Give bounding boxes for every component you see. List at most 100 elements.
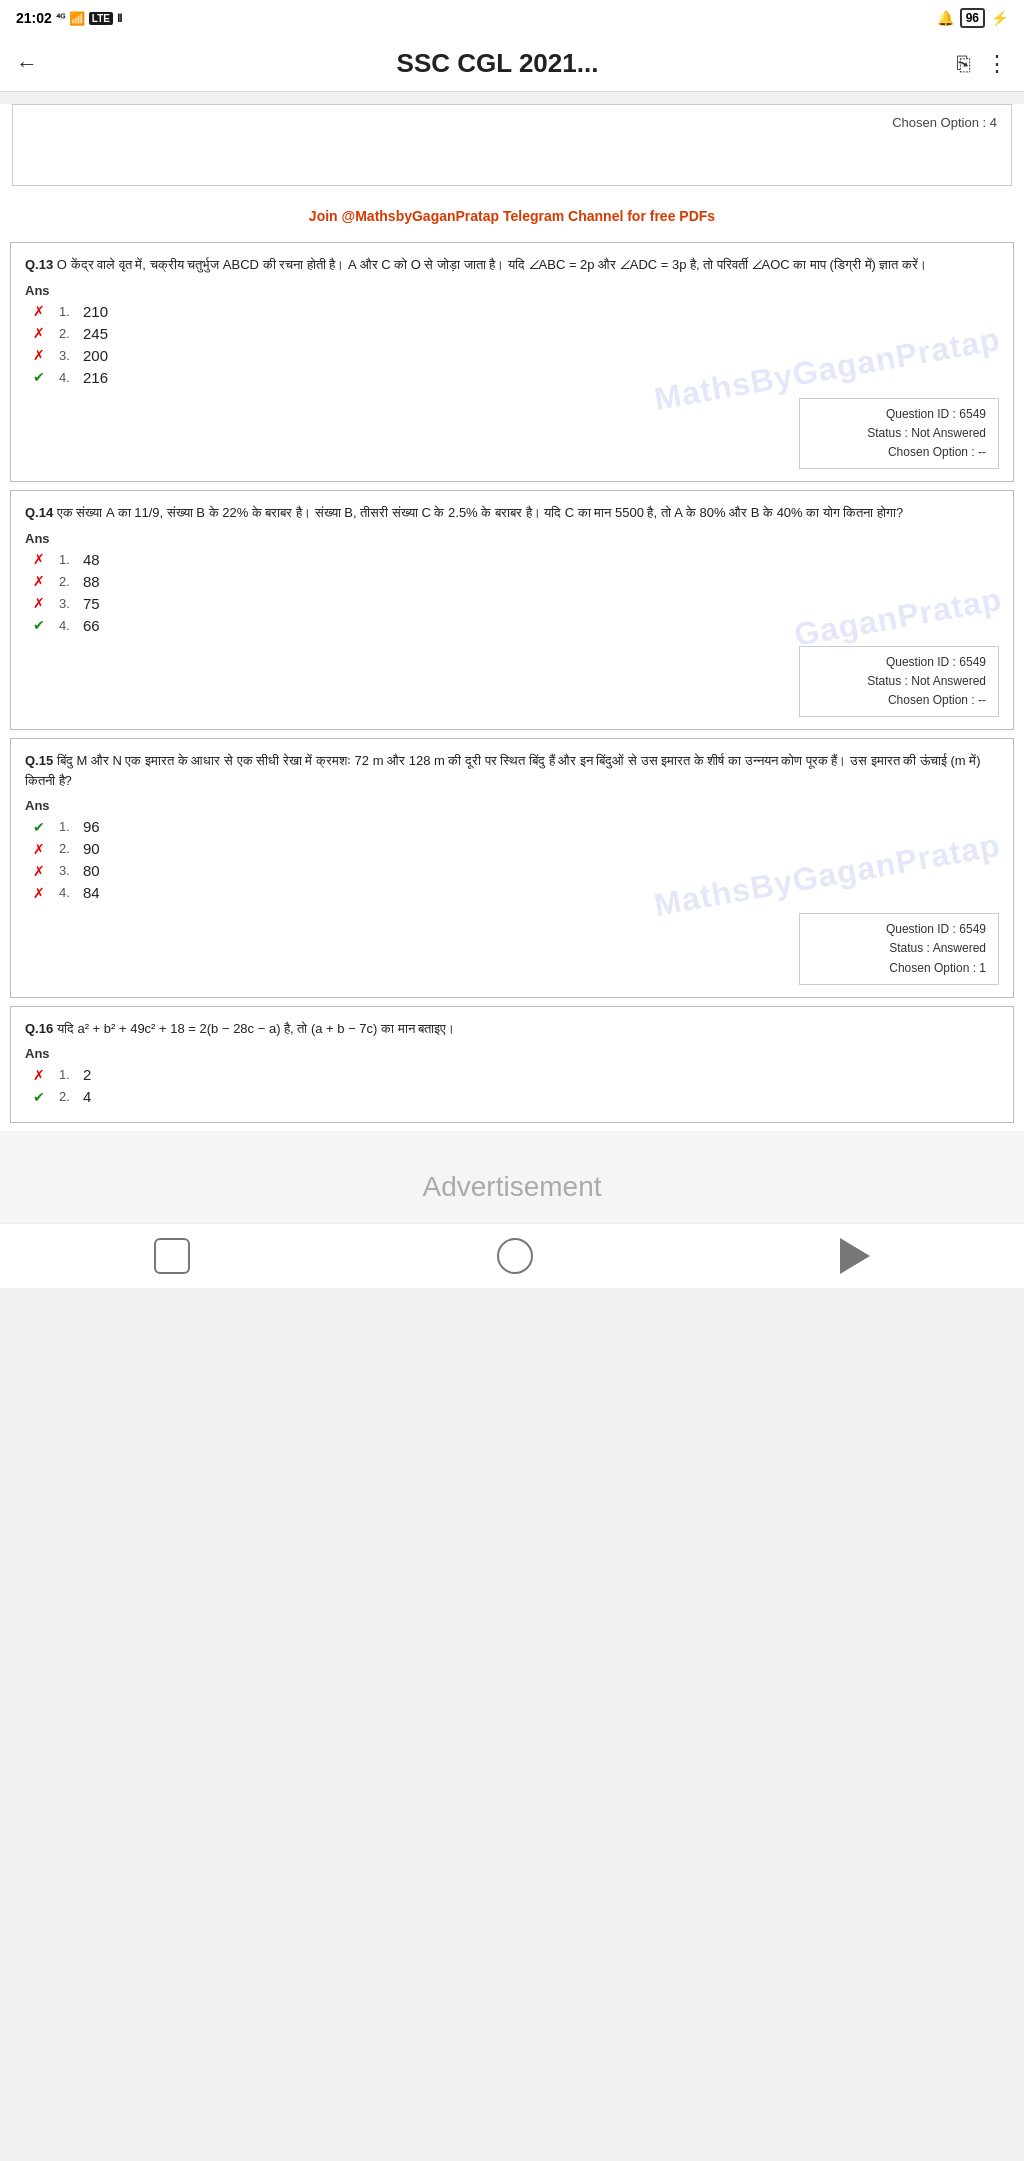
status-value-q13: Not Answered [911, 426, 986, 440]
ans-label-q16: Ans [25, 1046, 999, 1061]
question-text-q13: Q.13 O केंद्र वाले वृत में, चक्रीय चतुर्… [25, 255, 999, 275]
question-num-q16: Q.16 [25, 1021, 57, 1036]
bottom-nav [0, 1223, 1024, 1288]
status-value-q14: Not Answered [911, 674, 986, 688]
notification-icon: 🔔 [937, 10, 954, 26]
option-num-q13-1: 1. [59, 304, 75, 319]
question-id-inner-q14: Question ID : 6549 Status : Not Answered… [799, 646, 999, 718]
option-icon-q16-2: ✔ [33, 1089, 51, 1105]
option-num-q16-1: 1. [59, 1067, 75, 1082]
option-q14-3: ✗ 3. 75 [33, 595, 999, 612]
charging-icon: ⚡ [991, 10, 1008, 26]
option-q13-2: ✗ 2. 245 [33, 325, 999, 342]
chosen-value-q14: -- [978, 693, 986, 707]
option-q14-2: ✗ 2. 88 [33, 573, 999, 590]
option-q15-1: ✔ 1. 96 [33, 818, 999, 835]
option-num-q14-2: 2. [59, 574, 75, 589]
option-text-q16-2: 4 [83, 1088, 91, 1105]
lte-badge: LTE [89, 12, 113, 25]
qid-label-q13: Question ID : [886, 407, 959, 421]
options-list-q15: ✔ 1. 96 ✗ 2. 90 ✗ 3. 80 ✗ 4. 84 [25, 818, 999, 901]
option-num-q14-1: 1. [59, 552, 75, 567]
option-q13-4: ✔ 4. 216 [33, 369, 999, 386]
question-id-box-q14: Question ID : 6549 Status : Not Answered… [25, 646, 999, 718]
nav-square-button[interactable] [154, 1238, 190, 1274]
option-text-q15-2: 90 [83, 840, 100, 857]
qid-value-q15: 6549 [959, 922, 986, 936]
battery-indicator: 96 [960, 8, 985, 28]
option-q15-2: ✗ 2. 90 [33, 840, 999, 857]
time: 21:02 [16, 10, 52, 26]
option-text-q13-4: 216 [83, 369, 108, 386]
option-icon-q14-3: ✗ [33, 595, 51, 611]
option-text-q15-4: 84 [83, 884, 100, 901]
option-q13-1: ✗ 1. 210 [33, 303, 999, 320]
chosen-value-q13: -- [978, 445, 986, 459]
option-num-q16-2: 2. [59, 1089, 75, 1104]
question-card-q14: GaganPratap Q.14 एक संख्या A का 11/9, सं… [10, 490, 1014, 730]
network-indicator: ⁴ᴳ [56, 12, 65, 25]
back-button[interactable]: ← [16, 51, 38, 77]
option-icon-q15-1: ✔ [33, 819, 51, 835]
option-num-q15-2: 2. [59, 841, 75, 856]
question-id-box-q13: Question ID : 6549 Status : Not Answered… [25, 398, 999, 470]
option-text-q15-3: 80 [83, 862, 100, 879]
qid-value-q13: 6549 [959, 407, 986, 421]
main-content: Chosen Option : 4 Join @MathsbyGaganPrat… [0, 104, 1024, 1223]
options-list-q13: ✗ 1. 210 ✗ 2. 245 ✗ 3. 200 ✔ 4. 216 [25, 303, 999, 386]
chosen-value-q15: 1 [979, 961, 986, 975]
option-num-q15-3: 3. [59, 863, 75, 878]
status-label-q13: Status : [867, 426, 911, 440]
option-text-q15-1: 96 [83, 818, 100, 835]
option-q15-4: ✗ 4. 84 [33, 884, 999, 901]
nav-circle-button[interactable] [497, 1238, 533, 1274]
status-label-q14: Status : [867, 674, 911, 688]
ans-label-q13: Ans [25, 283, 999, 298]
option-text-q14-2: 88 [83, 573, 100, 590]
option-icon-q13-1: ✗ [33, 303, 51, 319]
ans-label-q14: Ans [25, 531, 999, 546]
status-value-q15: Answered [933, 941, 986, 955]
option-num-q15-1: 1. [59, 819, 75, 834]
option-icon-q13-4: ✔ [33, 369, 51, 385]
nav-back-button[interactable] [840, 1238, 870, 1274]
question-id-inner-q13: Question ID : 6549 Status : Not Answered… [799, 398, 999, 470]
option-icon-q14-4: ✔ [33, 617, 51, 633]
option-text-q14-1: 48 [83, 551, 100, 568]
battery-level: 96 [966, 11, 979, 25]
qid-value-q14: 6549 [959, 655, 986, 669]
app-bar: ← SSC CGL 2021... ⎘ ⋮ [0, 36, 1024, 92]
option-q16-1: ✗ 1. 2 [33, 1066, 999, 1083]
advertisement-banner: Advertisement [0, 1131, 1024, 1223]
option-text-q16-1: 2 [83, 1066, 91, 1083]
menu-button[interactable]: ⋮ [986, 51, 1008, 77]
option-icon-q15-2: ✗ [33, 841, 51, 857]
status-bar-right: 🔔 96 ⚡ [937, 8, 1008, 28]
share-button[interactable]: ⎘ [957, 51, 970, 77]
option-icon-q13-3: ✗ [33, 347, 51, 363]
status-bar: 21:02 ⁴ᴳ 📶 LTE Ⅱ 🔔 96 ⚡ [0, 0, 1024, 36]
question-id-box-q15: Question ID : 6549 Status : Answered Cho… [25, 913, 999, 985]
question-id-inner-q15: Question ID : 6549 Status : Answered Cho… [799, 913, 999, 985]
option-text-q13-3: 200 [83, 347, 108, 364]
telegram-banner[interactable]: Join @MathsbyGaganPratap Telegram Channe… [0, 198, 1024, 234]
chosen-label-q14: Chosen Option : [888, 693, 978, 707]
option-q14-1: ✗ 1. 48 [33, 551, 999, 568]
question-num-q14: Q.14 [25, 505, 57, 520]
option-text-q13-2: 245 [83, 325, 108, 342]
option-text-q13-1: 210 [83, 303, 108, 320]
question-card-q15: MathsByGaganPratap Q.15 बिंदु M और N एक … [10, 738, 1014, 998]
option-icon-q15-4: ✗ [33, 885, 51, 901]
status-bar-left: 21:02 ⁴ᴳ 📶 LTE Ⅱ [16, 10, 122, 26]
option-icon-q16-1: ✗ [33, 1067, 51, 1083]
option-icon-q14-1: ✗ [33, 551, 51, 567]
question-text-q15: Q.15 बिंदु M और N एक इमारत के आधार से एक… [25, 751, 999, 790]
option-icon-q14-2: ✗ [33, 573, 51, 589]
sim-icon: Ⅱ [117, 12, 122, 25]
option-icon-q13-2: ✗ [33, 325, 51, 341]
chosen-label-q15: Chosen Option : [889, 961, 979, 975]
option-icon-q15-3: ✗ [33, 863, 51, 879]
qid-label-q14: Question ID : [886, 655, 959, 669]
option-q16-2: ✔ 2. 4 [33, 1088, 999, 1105]
question-card-q16: Q.16 यदि a² + b² + 49c² + 18 = 2(b − 28c… [10, 1006, 1014, 1124]
